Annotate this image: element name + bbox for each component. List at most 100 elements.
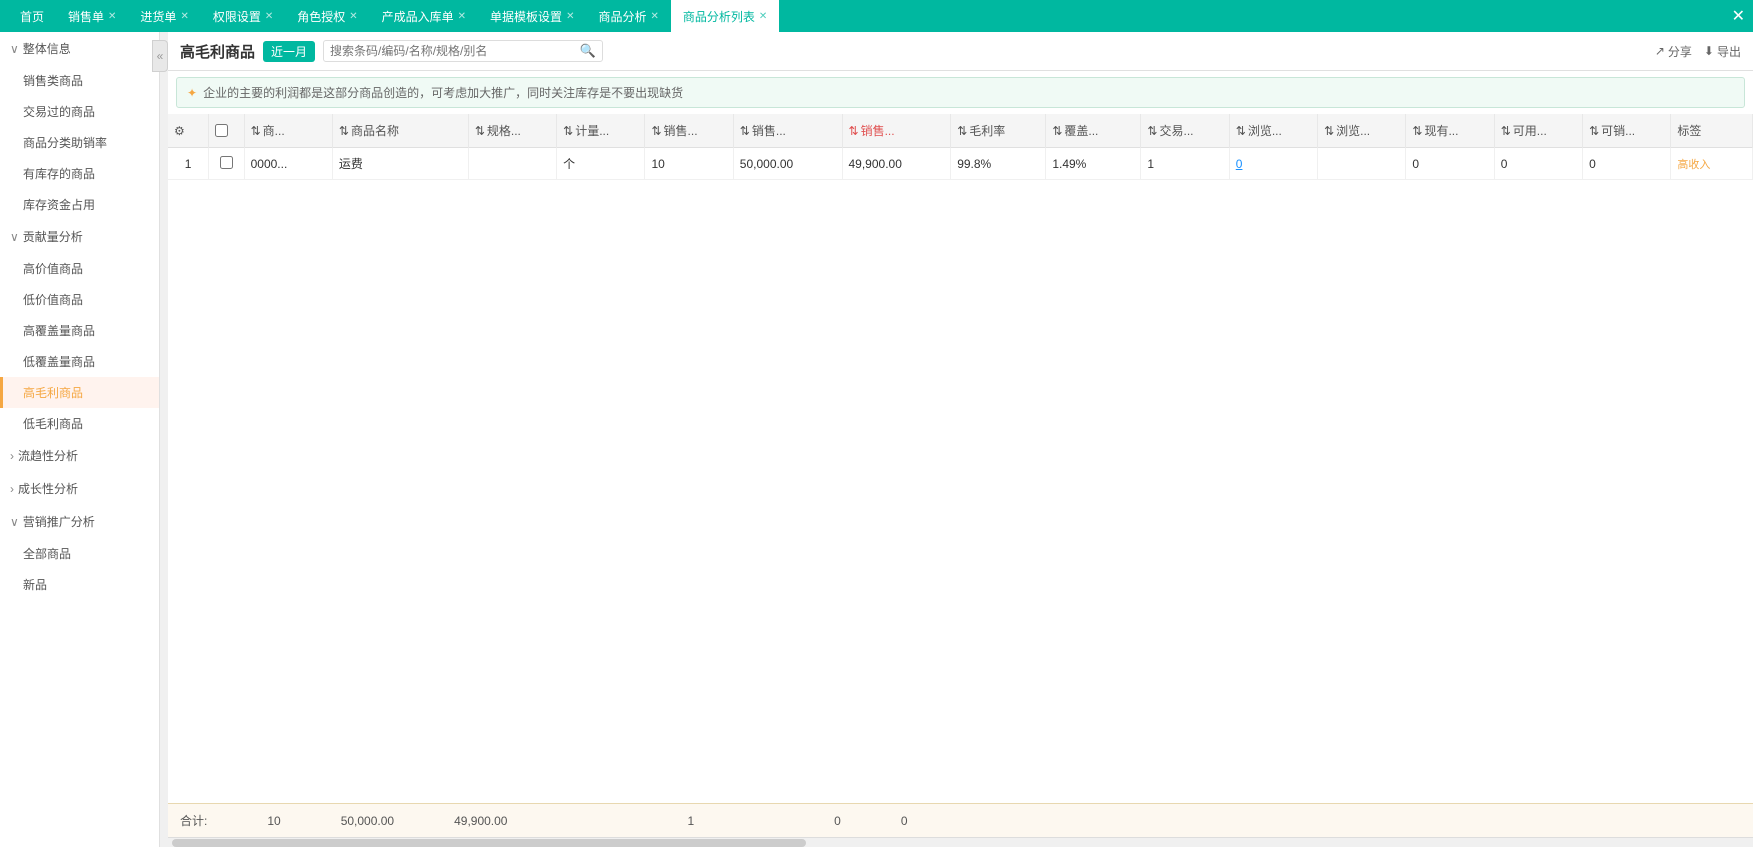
cell-view1[interactable]: 0 [1229,148,1317,180]
nav-sales-order[interactable]: 销售单 ✕ [56,0,128,32]
sidebar-group-contribution[interactable]: ∨ 贡献量分析 [0,220,159,253]
sidebar-item-category-assist[interactable]: 商品分类助销率 [0,127,159,158]
close-all-tabs[interactable]: ✕ [1732,6,1745,26]
close-template-settings[interactable]: ✕ [566,11,574,22]
nav-product-warehouse[interactable]: 产成品入库单 ✕ [370,0,478,32]
sidebar-group-trend[interactable]: › 流趋性分析 [0,439,159,472]
footer-values: 10 50,000.00 49,900.00 1 0 0 [267,814,907,828]
select-all-checkbox[interactable] [215,124,228,137]
th-trade-sort: ⇅ [1147,124,1157,138]
export-button[interactable]: ⬇ 导出 [1704,43,1741,60]
th-checkbox[interactable] [209,114,244,148]
sidebar-group-marketing[interactable]: ∨ 营销推广分析 [0,505,159,538]
share-button[interactable]: ↗ 分享 [1655,43,1692,60]
th-spec[interactable]: ⇅ 规格... [468,114,556,148]
arrow-contribution: ∨ [10,230,19,244]
th-sale-qty[interactable]: ⇅ 销售... [645,114,733,148]
sidebar-item-new-goods[interactable]: 新品 [0,569,159,600]
nav-product-analysis[interactable]: 商品分析 ✕ [586,0,670,32]
export-icon: ⬇ [1704,44,1714,58]
sidebar-group-overall[interactable]: ∨ 整体信息 [0,32,159,65]
footer-sale-profit: 49,900.00 [454,814,507,828]
sidebar-item-in-stock-goods[interactable]: 有库存的商品 [0,158,159,189]
search-box: 🔍 [323,40,603,62]
th-sale-profit-sort: ⇅ [849,124,859,138]
th-available-stock[interactable]: ⇅ 可用... [1494,114,1582,148]
nav-product-analysis-list[interactable]: 商品分析列表 ✕ [671,0,779,32]
th-unit[interactable]: ⇅ 计量... [557,114,645,148]
search-icon[interactable]: 🔍 [580,43,596,59]
info-bar: ✦ 企业的主要的利润都是这部分商品创造的，可考虑加大推广，同时关注库存是不要出现… [176,77,1745,108]
close-product-analysis[interactable]: ✕ [650,11,658,22]
cell-spec [468,148,556,180]
search-input[interactable] [330,44,580,58]
th-settings[interactable]: ⚙ [168,114,209,148]
arrow-marketing: ∨ [10,515,19,529]
th-trade[interactable]: ⇅ 交易... [1141,114,1229,148]
th-current-stock[interactable]: ⇅ 现有... [1406,114,1494,148]
row-checkbox[interactable] [220,156,233,169]
th-coverage-sort: ⇅ [1052,124,1062,138]
th-code-sort: ⇅ [251,124,261,138]
sidebar-item-all-goods[interactable]: 全部商品 [0,538,159,569]
cell-tag: 高收入 [1671,148,1753,180]
scrollbar-thumb[interactable] [172,839,806,847]
sidebar-item-high-margin[interactable]: 高毛利商品 [0,377,159,408]
close-product-analysis-list[interactable]: ✕ [759,11,767,22]
th-code[interactable]: ⇅ 商... [244,114,332,148]
filter-recent-month-button[interactable]: 近一月 [263,41,315,62]
sidebar-item-high-value[interactable]: 高价值商品 [0,253,159,284]
cell-sale-amount: 50,000.00 [733,148,842,180]
th-view1-sort: ⇅ [1236,124,1246,138]
th-sale-profit[interactable]: ⇅ 销售... [842,114,951,148]
th-tag[interactable]: 标签 [1671,114,1753,148]
th-coverage[interactable]: ⇅ 覆盖... [1046,114,1141,148]
sidebar-collapse-button[interactable]: « [152,40,168,72]
sidebar-item-traded-goods[interactable]: 交易过的商品 [0,96,159,127]
table-container[interactable]: ⚙ ⇅ 商... [168,114,1753,803]
th-view2-sort: ⇅ [1324,124,1334,138]
th-gross-margin-sort: ⇅ [957,124,967,138]
sidebar-item-sales-goods[interactable]: 销售类商品 [0,65,159,96]
close-role-permission[interactable]: ✕ [349,11,357,22]
settings-icon[interactable]: ⚙ [174,124,185,138]
cell-view2 [1318,148,1406,180]
nav-purchase-order[interactable]: 进货单 ✕ [128,0,200,32]
sidebar-item-low-coverage[interactable]: 低覆盖量商品 [0,346,159,377]
cell-seq: 1 [168,148,209,180]
sidebar-item-stock-funds[interactable]: 库存资金占用 [0,189,159,220]
close-permission-settings[interactable]: ✕ [265,11,273,22]
th-view1[interactable]: ⇅ 浏览... [1229,114,1317,148]
nav-role-permission[interactable]: 角色授权 ✕ [285,0,369,32]
footer-trade: 1 [687,814,694,828]
th-name[interactable]: ⇅ 商品名称 [332,114,468,148]
nav-template-settings[interactable]: 单据模板设置 ✕ [478,0,586,32]
footer-available-stock: 0 [901,814,908,828]
cell-checkbox[interactable] [209,148,244,180]
th-unit-sort: ⇅ [563,124,573,138]
arrow-trend: › [10,449,14,463]
th-current-stock-sort: ⇅ [1412,124,1422,138]
th-name-sort: ⇅ [339,124,349,138]
th-view2[interactable]: ⇅ 浏览... [1318,114,1406,148]
nav-home[interactable]: 首页 [8,0,56,32]
sidebar-item-low-value[interactable]: 低价值商品 [0,284,159,315]
sidebar-item-low-margin[interactable]: 低毛利商品 [0,408,159,439]
close-sales-order[interactable]: ✕ [108,11,116,22]
main-layout: ∨ 整体信息 销售类商品 交易过的商品 商品分类助销率 有库存的商品 库存资金占… [0,32,1753,847]
th-sellable-stock-sort: ⇅ [1589,124,1599,138]
close-product-warehouse[interactable]: ✕ [458,11,466,22]
th-sale-amount[interactable]: ⇅ 销售... [733,114,842,148]
sidebar-item-high-coverage[interactable]: 高覆盖量商品 [0,315,159,346]
close-purchase-order[interactable]: ✕ [180,11,188,22]
sidebar-group-growth[interactable]: › 成长性分析 [0,472,159,505]
cell-gross-margin: 99.8% [951,148,1046,180]
info-icon: ✦ [187,86,197,100]
data-table: ⚙ ⇅ 商... [168,114,1753,180]
nav-permission-settings[interactable]: 权限设置 ✕ [201,0,285,32]
arrow-growth: › [10,482,14,496]
th-sellable-stock[interactable]: ⇅ 可销... [1583,114,1671,148]
th-gross-margin[interactable]: ⇅ 毛利率 [951,114,1046,148]
horizontal-scrollbar[interactable] [168,837,1753,847]
table-footer: 合计: 10 50,000.00 49,900.00 1 0 0 [168,803,1753,837]
